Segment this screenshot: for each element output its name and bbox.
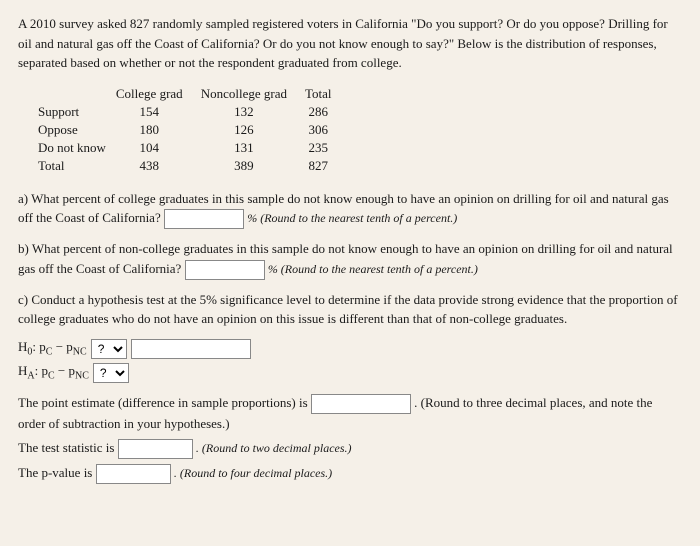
table-cell-donotknow-noncollege: 131 (201, 139, 305, 157)
table-cell-oppose-college: 180 (116, 121, 201, 139)
table-cell-total-college: 438 (116, 157, 201, 175)
table-cell-support-college: 154 (116, 103, 201, 121)
null-h-sub: 0 (27, 347, 32, 358)
table-header-empty (38, 85, 116, 103)
table-header-college: College grad (116, 85, 201, 103)
table-cell-total-total: 827 (305, 157, 350, 175)
table-header-total: Total (305, 85, 350, 103)
test-statistic-input[interactable] (118, 439, 193, 459)
p-value-input[interactable] (96, 464, 171, 484)
alt-pnc-sub: NC (75, 371, 89, 382)
table-row-donotknow: Do not know 104 131 235 (38, 139, 350, 157)
p-value-hint: . (Round to four decimal places.) (174, 466, 332, 480)
null-hypothesis-input[interactable] (131, 339, 251, 359)
question-b-hint: % (Round to the nearest tenth of a perce… (268, 262, 478, 276)
question-a-input[interactable] (164, 209, 244, 229)
table-cell-donotknow-college: 104 (116, 139, 201, 157)
null-hypothesis-row: H0: pC − pNC ? = ≠ < > (18, 339, 682, 359)
point-estimate-text: The point estimate (difference in sample… (18, 395, 308, 410)
hypothesis-block: H0: pC − pNC ? = ≠ < > HA: pC − pNC ? = … (18, 339, 682, 383)
table-header-noncollege: Noncollege grad (201, 85, 305, 103)
null-hypothesis-label: H0: pC − pNC (18, 339, 87, 358)
table-cell-support-noncollege: 132 (201, 103, 305, 121)
table-cell-oppose-noncollege: 126 (201, 121, 305, 139)
table-cell-support-total: 286 (305, 103, 350, 121)
test-statistic-block: The test statistic is . (Round to two de… (18, 438, 682, 459)
table-cell-donotknow-total: 235 (305, 139, 350, 157)
question-c-text: c) Conduct a hypothesis test at the 5% s… (18, 292, 678, 327)
table-cell-oppose-total: 306 (305, 121, 350, 139)
point-estimate-block: The point estimate (difference in sample… (18, 393, 682, 435)
point-estimate-input[interactable] (311, 394, 411, 414)
alt-hypothesis-label: HA: pC − pNC (18, 363, 89, 382)
data-table: College grad Noncollege grad Total Suppo… (38, 85, 350, 175)
table-label-total: Total (38, 157, 116, 175)
table-label-oppose: Oppose (38, 121, 116, 139)
test-statistic-hint: . (Round to two decimal places.) (196, 441, 352, 455)
intro-text: A 2010 survey asked 827 randomly sampled… (18, 14, 682, 73)
p-value-text: The p-value is (18, 465, 92, 480)
alt-hypothesis-row: HA: pC − pNC ? = ≠ < > (18, 363, 682, 383)
null-pnc-sub: NC (73, 347, 87, 358)
question-b: b) What percent of non-college graduates… (18, 239, 682, 280)
table-label-donotknow: Do not know (38, 139, 116, 157)
test-statistic-text: The test statistic is (18, 440, 114, 455)
null-hypothesis-select[interactable]: ? = ≠ < > (91, 339, 127, 359)
table-row-total: Total 438 389 827 (38, 157, 350, 175)
question-a-hint: % (Round to the nearest tenth of a perce… (247, 211, 457, 225)
table-row-support: Support 154 132 286 (38, 103, 350, 121)
alt-ha-sub: A (27, 371, 34, 382)
p-value-block: The p-value is . (Round to four decimal … (18, 463, 682, 484)
question-b-input[interactable] (185, 260, 265, 280)
table-row-oppose: Oppose 180 126 306 (38, 121, 350, 139)
question-a: a) What percent of college graduates in … (18, 189, 682, 230)
alt-hypothesis-select[interactable]: ? = ≠ < > (93, 363, 129, 383)
null-pc-sub: C (46, 347, 53, 358)
table-label-support: Support (38, 103, 116, 121)
table-cell-total-noncollege: 389 (201, 157, 305, 175)
alt-pc-sub: C (48, 371, 55, 382)
question-c: c) Conduct a hypothesis test at the 5% s… (18, 290, 682, 329)
